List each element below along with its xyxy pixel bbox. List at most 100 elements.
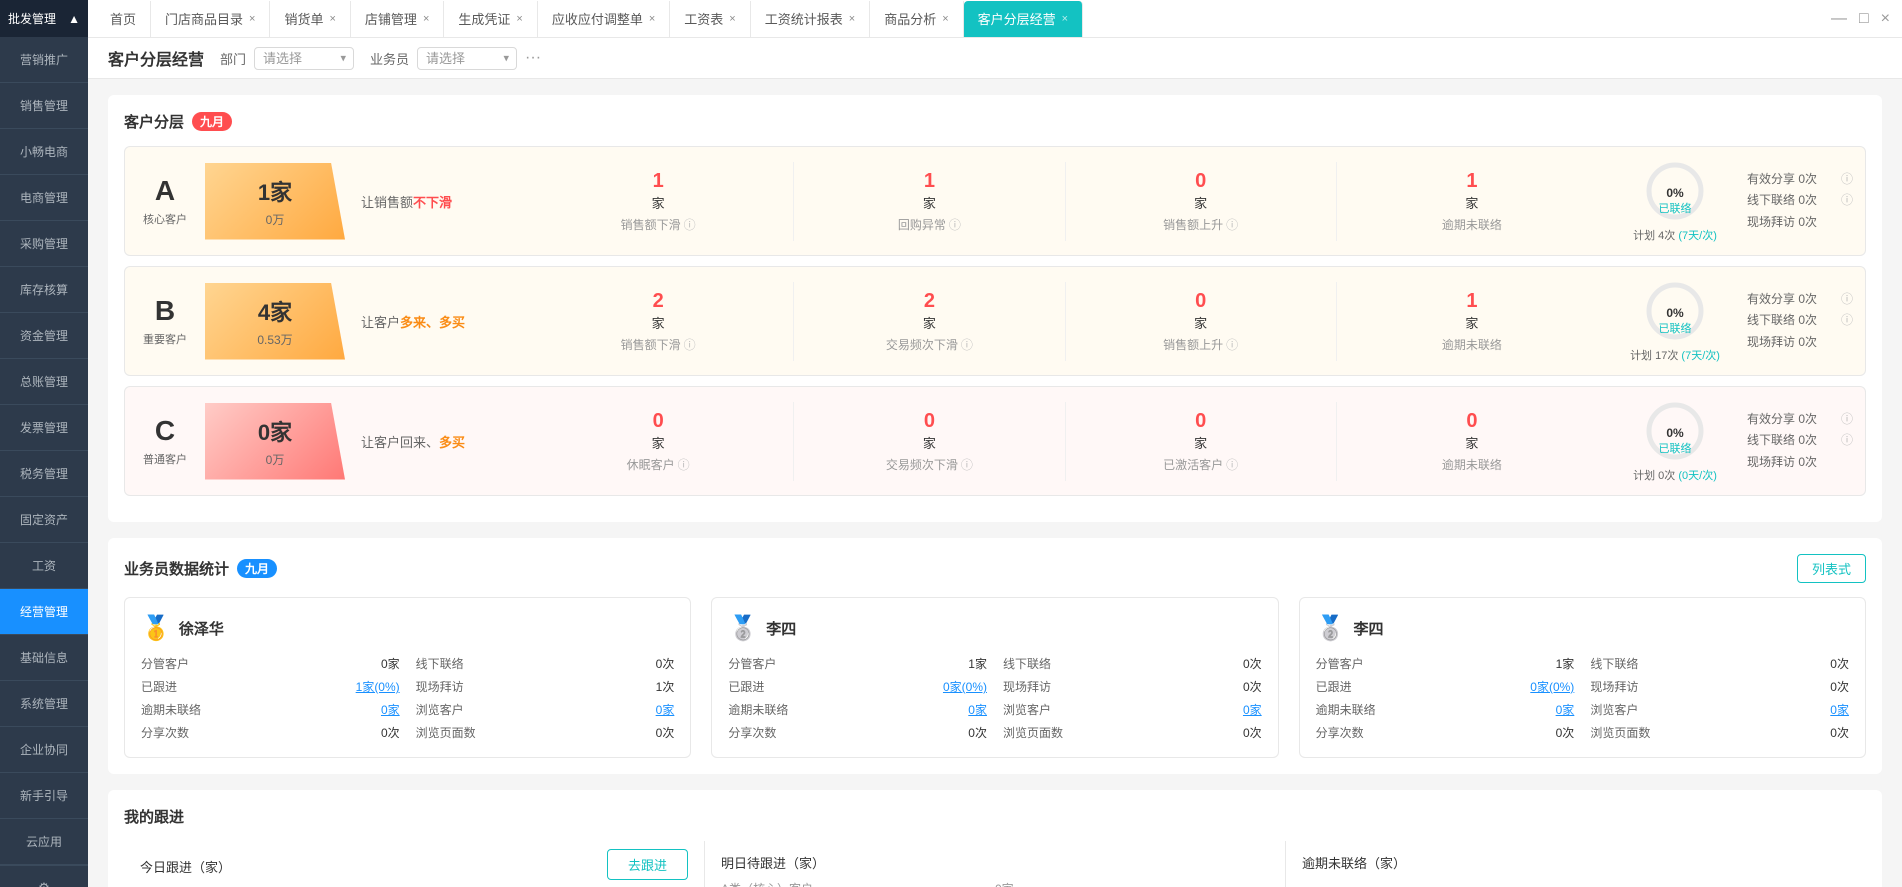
circle-stat-b: 0% 已联络 计划 17次 (7天/次) xyxy=(1615,267,1735,375)
stat-c-freq-drop[interactable]: 0 家 交易频次下滑ⓘ xyxy=(794,402,1065,481)
tab-home[interactable]: 首页 xyxy=(96,1,151,37)
sidebar-item-basic[interactable]: 基础信息 xyxy=(0,635,88,681)
biz-stat-row: 分享次数 0次 xyxy=(1316,724,1575,741)
page-content: 客户分层 九月 A 核心客户 1家 0万 让销售额不下滑 1 xyxy=(88,79,1902,887)
sidebar-item-invoice[interactable]: 发票管理 xyxy=(0,405,88,451)
tab-close-icon[interactable]: × xyxy=(249,13,255,25)
stat-c-overdue[interactable]: 0 家 逾期未联络 xyxy=(1337,402,1607,481)
dept-select[interactable]: 请选择 xyxy=(254,47,354,70)
sidebar-item-label: 新手引导 xyxy=(4,787,84,804)
stat-c-dormant[interactable]: 0 家 休眠客户ⓘ xyxy=(523,402,794,481)
biz-header-1: 🥈 李四 xyxy=(728,614,1261,643)
stat-c-activated[interactable]: 0 家 已激活客户ⓘ xyxy=(1066,402,1337,481)
sidebar-item-payroll[interactable]: 工资 xyxy=(0,543,88,589)
sidebar-item-sales[interactable]: 销售管理 xyxy=(0,83,88,129)
biz-grid: 🥇 徐泽华 分管客户 0家 线下联络 0次 已跟进 xyxy=(124,597,1866,758)
month-badge: 九月 xyxy=(192,112,232,131)
more-options-icon[interactable]: ··· xyxy=(525,49,541,67)
tab-close-icon[interactable]: × xyxy=(423,13,429,25)
sidebar-item-tax[interactable]: 税务管理 xyxy=(0,451,88,497)
tier-stats-b: 2 家 销售额下滑ⓘ 2 家 交易频次下滑ⓘ 0 家 销售额上升ⓘ xyxy=(515,270,1615,373)
sidebar-item-purchase[interactable]: 采购管理 xyxy=(0,221,88,267)
sidebar-item-fixed[interactable]: 固定资产 xyxy=(0,497,88,543)
sidebar-item-label: 采购管理 xyxy=(4,235,84,252)
sidebar-item-finance[interactable]: 资金管理 xyxy=(0,313,88,359)
tier-stats-c: 0 家 休眠客户ⓘ 0 家 交易频次下滑ⓘ 0 家 已激活客户ⓘ xyxy=(515,390,1615,493)
tab-sales-order[interactable]: 销货单 × xyxy=(270,1,350,37)
list-view-button[interactable]: 列表式 xyxy=(1797,554,1866,583)
tab-products[interactable]: 门店商品目录 × xyxy=(151,1,270,37)
tab-wage-table[interactable]: 工资表 × xyxy=(670,1,750,37)
tab-close-icon[interactable]: × xyxy=(329,13,335,25)
stat-b-overdue[interactable]: 1 家 逾期未联络 xyxy=(1337,282,1607,361)
tab-close-icon[interactable]: × xyxy=(729,13,735,25)
tab-receivable[interactable]: 应收应付调整单 × xyxy=(538,1,670,37)
biz-stats-title: 业务员数据统计 九月 列表式 xyxy=(124,554,1866,583)
biz-header-0: 🥇 徐泽华 xyxy=(141,614,674,643)
dept-label: 部门 xyxy=(220,49,246,68)
tab-voucher[interactable]: 生成凭证 × xyxy=(444,1,537,37)
stat-repurchase-abnormal[interactable]: 1 家 回购异常ⓘ xyxy=(794,162,1065,241)
rank-icon-2: 🥈 xyxy=(1316,614,1346,643)
right-stats-a: 有效分享 0次ⓘ 线下联络 0次ⓘ 现场拜访 0次 xyxy=(1735,159,1865,244)
sidebar-item-biz[interactable]: 经营管理 xyxy=(0,589,88,635)
biz-stat-row: 分管客户 1家 xyxy=(1316,655,1575,672)
tab-wage-report[interactable]: 工资统计报表 × xyxy=(751,1,870,37)
biz-card-2: 🥈 李四 分管客户 1家 线下联络 0次 已跟进 xyxy=(1299,597,1866,758)
customer-tier-section: 客户分层 九月 A 核心客户 1家 0万 让销售额不下滑 1 xyxy=(108,95,1882,522)
stat-overdue-contact[interactable]: 1 家 逾期未联络 xyxy=(1337,162,1607,241)
sidebar-item-label: 资金管理 xyxy=(4,327,84,344)
tier-stats-a: 1 家 销售额下滑ⓘ 1 家 回购异常ⓘ 0 家 销售额上升ⓘ xyxy=(515,150,1615,253)
biz-stat-row: 浏览客户 0家 xyxy=(416,701,675,718)
tier-action-a: 让销售额不下滑 xyxy=(345,180,515,223)
goto-followup-button[interactable]: 去跟进 xyxy=(607,849,688,880)
staff-name-0: 徐泽华 xyxy=(179,618,224,639)
tab-close-icon[interactable]: × xyxy=(942,13,948,25)
tab-close-icon[interactable]: × xyxy=(516,13,522,25)
biz-stat-row: 线下联络 0次 xyxy=(416,655,675,672)
tier-summary-b: 4家 0.53万 xyxy=(205,283,345,360)
tier-label-c: C 普通客户 xyxy=(125,399,205,483)
sidebar-item-ecom-small[interactable]: 小畅电商 xyxy=(0,129,88,175)
tab-label: 工资统计报表 xyxy=(765,9,843,28)
sidebar-collapse-icon[interactable]: ▲ xyxy=(68,12,80,26)
tab-label: 店铺管理 xyxy=(365,9,417,28)
tab-customer-tier[interactable]: 客户分层经营 × xyxy=(964,1,1083,37)
sidebar-item-label: 库存核算 xyxy=(4,281,84,298)
stat-b-freq-drop[interactable]: 2 家 交易频次下滑ⓘ xyxy=(794,282,1065,361)
tab-bar-actions: — □ × xyxy=(1831,10,1894,28)
tier-summary-c: 0家 0万 xyxy=(205,403,345,480)
sidebar-item-cloud[interactable]: 云应用 xyxy=(0,819,88,865)
biz-month-badge: 九月 xyxy=(237,559,277,578)
tab-label: 门店商品目录 xyxy=(165,9,243,28)
biz-stat-row: 现场拜访 0次 xyxy=(1003,678,1262,695)
tab-store-mgr[interactable]: 店铺管理 × xyxy=(351,1,444,37)
stat-sales-rise[interactable]: 0 家 销售额上升ⓘ xyxy=(1066,162,1337,241)
stat-b-sales-rise[interactable]: 0 家 销售额上升ⓘ xyxy=(1066,282,1337,361)
tab-close-icon[interactable]: × xyxy=(1062,13,1068,25)
tier-summary-a: 1家 0万 xyxy=(205,163,345,240)
sidebar-item-ecom[interactable]: 电商管理 xyxy=(0,175,88,221)
tab-close-icon[interactable]: × xyxy=(649,13,655,25)
sidebar-settings[interactable]: ⚙ xyxy=(0,865,88,887)
sidebar-item-label: 营销推广 xyxy=(4,51,84,68)
sidebar-top[interactable]: 批发管理 ▲ xyxy=(0,0,88,37)
close-icon[interactable]: × xyxy=(1881,10,1890,28)
sidebar-item-collab[interactable]: 企业协同 xyxy=(0,727,88,773)
maximize-icon[interactable]: □ xyxy=(1859,10,1869,28)
followup-overdue: 逾期未联络（家） xyxy=(1286,841,1866,887)
staff-select[interactable]: 请选择 xyxy=(417,47,517,70)
biz-stat-row: 浏览页面数 0次 xyxy=(1003,724,1262,741)
biz-stat-row: 浏览页面数 0次 xyxy=(416,724,675,741)
stat-b-sales-drop[interactable]: 2 家 销售额下滑ⓘ xyxy=(523,282,794,361)
tab-close-icon[interactable]: × xyxy=(849,13,855,25)
sidebar-item-sys[interactable]: 系统管理 xyxy=(0,681,88,727)
minimize-icon[interactable]: — xyxy=(1831,10,1847,28)
stat-sales-drop[interactable]: 1 家 销售额下滑ⓘ xyxy=(523,162,794,241)
tab-goods-analysis[interactable]: 商品分析 × xyxy=(870,1,963,37)
sidebar-item-guide[interactable]: 新手引导 xyxy=(0,773,88,819)
dept-filter: 部门 请选择 xyxy=(220,47,354,70)
sidebar-item-ledger[interactable]: 总账管理 xyxy=(0,359,88,405)
sidebar-item-marketing[interactable]: 营销推广 xyxy=(0,37,88,83)
sidebar-item-inventory[interactable]: 库存核算 xyxy=(0,267,88,313)
